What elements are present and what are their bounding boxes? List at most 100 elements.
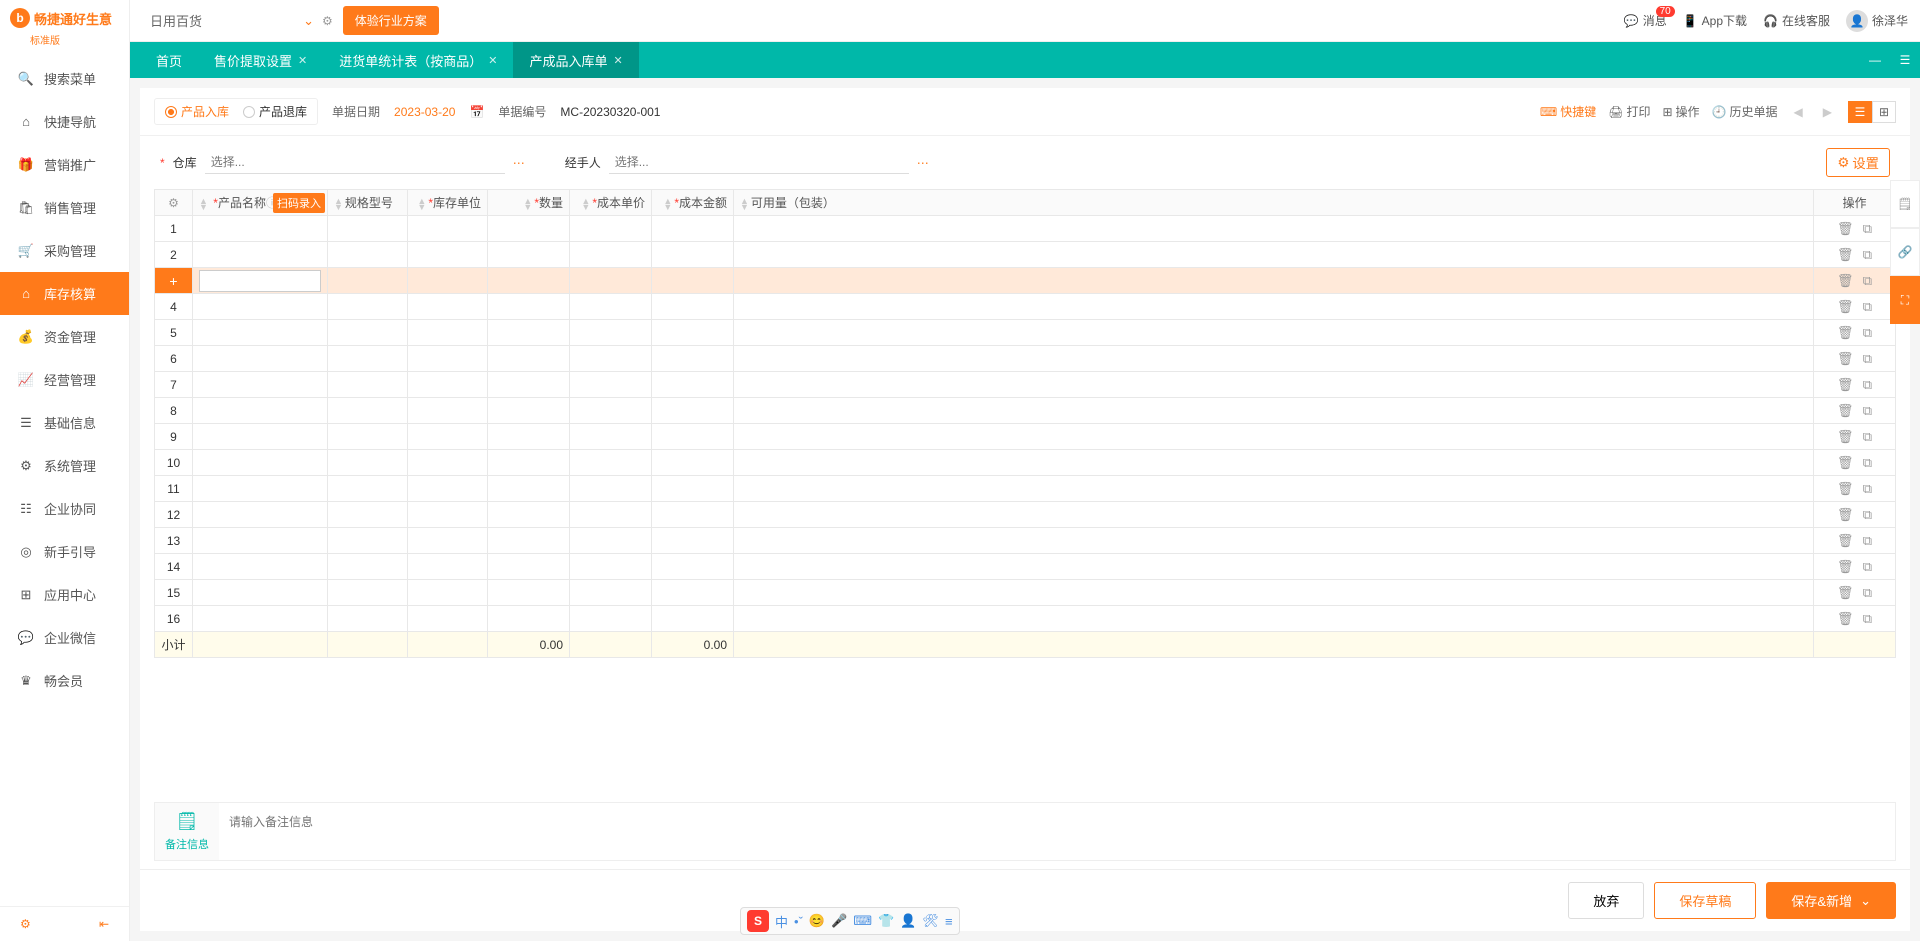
copy-row-icon[interactable]: ⧉ xyxy=(1863,273,1872,288)
tab[interactable]: 进货单统计表（按商品）✕ xyxy=(323,42,513,78)
table-row[interactable]: 11 🗑 ⧉ xyxy=(155,476,1896,502)
view-list-button[interactable]: ☰ xyxy=(1848,101,1872,123)
copy-row-icon[interactable]: ⧉ xyxy=(1863,455,1872,470)
rail-note-button[interactable]: 🗒 xyxy=(1890,180,1920,228)
sidebar-item[interactable]: ☰基础信息 xyxy=(0,401,129,444)
settings-icon[interactable]: ⚙ xyxy=(20,917,31,931)
copy-row-icon[interactable]: ⧉ xyxy=(1863,481,1872,496)
shortcut-button[interactable]: ⌨ 快捷键 xyxy=(1540,103,1596,120)
ime-toolbar[interactable]: S 中 •ˇ 😊 🎤 ⌨ 👕 👤 🛠 ≡ xyxy=(740,907,960,935)
sidebar-item[interactable]: ⚙系统管理 xyxy=(0,444,129,487)
rail-expand-button[interactable]: ⛶ xyxy=(1890,276,1920,324)
sidebar-item[interactable]: 🎁营销推广 xyxy=(0,143,129,186)
copy-row-icon[interactable]: ⧉ xyxy=(1863,585,1872,600)
table-row[interactable]: 1 🗑 ⧉ xyxy=(155,216,1896,242)
copy-row-icon[interactable]: ⧉ xyxy=(1863,351,1872,366)
view-card-button[interactable]: ⊞ xyxy=(1872,101,1896,123)
sidebar-item[interactable]: 🛍销售管理 xyxy=(0,186,129,229)
sidebar-item[interactable]: 💬企业微信 xyxy=(0,616,129,659)
sidebar-item[interactable]: 💰资金管理 xyxy=(0,315,129,358)
copy-row-icon[interactable]: ⧉ xyxy=(1863,299,1872,314)
delete-row-icon[interactable]: 🗑 xyxy=(1837,221,1854,236)
delete-row-icon[interactable]: 🗑 xyxy=(1837,533,1854,548)
support-button[interactable]: 🎧 在线客服 xyxy=(1763,12,1830,29)
table-row[interactable]: 13 🗑 ⧉ xyxy=(155,528,1896,554)
tab[interactable]: 产成品入库单✕ xyxy=(513,42,638,78)
table-row[interactable]: + 🗑 ⧉ xyxy=(155,268,1896,294)
table-settings-button[interactable]: ⚙ 设置 xyxy=(1826,148,1890,177)
warehouse-more-icon[interactable]: ⋯ xyxy=(513,156,525,170)
delete-row-icon[interactable]: 🗑 xyxy=(1837,429,1854,444)
delete-row-icon[interactable]: 🗑 xyxy=(1837,403,1854,418)
delete-row-icon[interactable]: 🗑 xyxy=(1837,351,1854,366)
tab-menu-button[interactable]: ☰ xyxy=(1890,42,1920,78)
prev-doc-button[interactable]: ◀ xyxy=(1790,105,1807,119)
product-name-input[interactable] xyxy=(199,270,321,292)
table-row[interactable]: 6 🗑 ⧉ xyxy=(155,346,1896,372)
copy-row-icon[interactable]: ⧉ xyxy=(1863,507,1872,522)
copy-row-icon[interactable]: ⧉ xyxy=(1863,611,1872,626)
collapse-icon[interactable]: ⇤ xyxy=(99,917,109,931)
col-qty[interactable]: ▲▼*数量 xyxy=(488,190,570,216)
table-row[interactable]: 2 🗑 ⧉ xyxy=(155,242,1896,268)
handler-more-icon[interactable]: ⋯ xyxy=(917,156,929,170)
save-draft-button[interactable]: 保存草稿 xyxy=(1654,882,1756,919)
table-row[interactable]: 4 🗑 ⧉ xyxy=(155,294,1896,320)
copy-row-icon[interactable]: ⧉ xyxy=(1863,377,1872,392)
delete-row-icon[interactable]: 🗑 xyxy=(1837,325,1854,340)
sidebar-item[interactable]: 🔍搜索菜单 xyxy=(0,57,129,100)
table-row[interactable]: 7 🗑 ⧉ xyxy=(155,372,1896,398)
delete-row-icon[interactable]: 🗑 xyxy=(1837,299,1854,314)
col-amt[interactable]: ▲▼*成本金额 xyxy=(652,190,734,216)
radio-product-in[interactable]: 产品入库 xyxy=(165,103,229,120)
table-row[interactable]: 8 🗑 ⧉ xyxy=(155,398,1896,424)
col-available[interactable]: ▲▼可用量（包装） xyxy=(734,190,1814,216)
close-icon[interactable]: ✕ xyxy=(298,54,307,67)
table-row[interactable]: 15 🗑 ⧉ xyxy=(155,580,1896,606)
copy-row-icon[interactable]: ⧉ xyxy=(1863,325,1872,340)
copy-row-icon[interactable]: ⧉ xyxy=(1863,429,1872,444)
app-download-button[interactable]: 📱 App下载 xyxy=(1683,12,1747,29)
copy-row-icon[interactable]: ⧉ xyxy=(1863,559,1872,574)
user-menu[interactable]: 👤 徐泽华 xyxy=(1846,10,1908,32)
remark-textarea[interactable] xyxy=(219,803,1895,859)
handler-input[interactable] xyxy=(609,151,909,174)
discard-button[interactable]: 放弃 xyxy=(1568,882,1644,919)
col-spec[interactable]: ▲▼规格型号 xyxy=(328,190,408,216)
col-price[interactable]: ▲▼*成本单价 xyxy=(570,190,652,216)
sidebar-item[interactable]: ◎新手引导 xyxy=(0,530,129,573)
table-row[interactable]: 14 🗑 ⧉ xyxy=(155,554,1896,580)
store-selector[interactable]: 日用百货 ⌄ xyxy=(142,7,322,34)
history-button[interactable]: 🕘 历史单据 xyxy=(1712,103,1778,120)
copy-row-icon[interactable]: ⧉ xyxy=(1863,221,1872,236)
delete-row-icon[interactable]: 🗑 xyxy=(1837,559,1854,574)
close-icon[interactable]: ✕ xyxy=(488,54,497,67)
more-actions-button[interactable]: ⊞ 操作 xyxy=(1662,103,1699,120)
add-row-button[interactable]: + xyxy=(165,272,183,290)
messages-button[interactable]: 💬 消息 70 xyxy=(1624,12,1667,29)
date-value[interactable]: 2023-03-20 xyxy=(394,105,455,119)
copy-row-icon[interactable]: ⧉ xyxy=(1863,247,1872,262)
sidebar-item[interactable]: ⌂快捷导航 xyxy=(0,100,129,143)
save-new-button[interactable]: 保存&新增 ⌄ xyxy=(1766,882,1896,919)
delete-row-icon[interactable]: 🗑 xyxy=(1837,507,1854,522)
sidebar-item[interactable]: ⊞应用中心 xyxy=(0,573,129,616)
table-row[interactable]: 9 🗑 ⧉ xyxy=(155,424,1896,450)
print-button[interactable]: 🖨 打印 xyxy=(1608,103,1650,120)
tab[interactable]: 售价提取设置✕ xyxy=(198,42,323,78)
sidebar-item[interactable]: ☷企业协同 xyxy=(0,487,129,530)
delete-row-icon[interactable]: 🗑 xyxy=(1837,455,1854,470)
sidebar-item[interactable]: ⌂库存核算 xyxy=(0,272,129,315)
tab-minimize-button[interactable]: — xyxy=(1860,42,1890,78)
table-row[interactable]: 12 🗑 ⧉ xyxy=(155,502,1896,528)
delete-row-icon[interactable]: 🗑 xyxy=(1837,585,1854,600)
delete-row-icon[interactable]: 🗑 xyxy=(1837,611,1854,626)
experience-button[interactable]: 体验行业方案 xyxy=(343,6,439,35)
copy-row-icon[interactable]: ⧉ xyxy=(1863,533,1872,548)
calendar-icon[interactable]: 📅 xyxy=(469,105,484,119)
delete-row-icon[interactable]: 🗑 xyxy=(1837,481,1854,496)
tab[interactable]: 首页 xyxy=(140,42,198,78)
copy-row-icon[interactable]: ⧉ xyxy=(1863,403,1872,418)
close-icon[interactable]: ✕ xyxy=(614,54,623,67)
col-product-name[interactable]: ▲▼ *产品名称ⓘ 扫码录入 xyxy=(193,190,328,216)
